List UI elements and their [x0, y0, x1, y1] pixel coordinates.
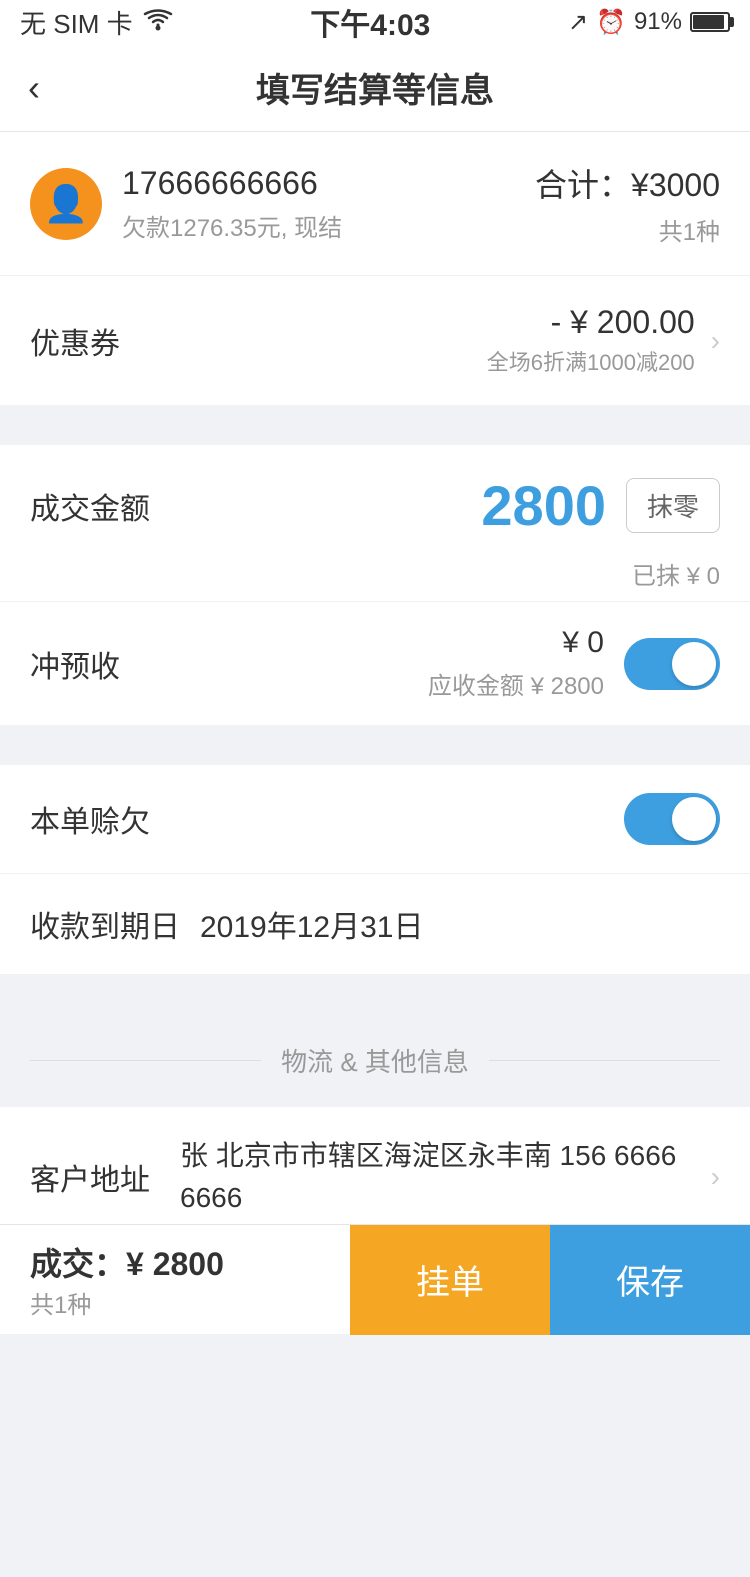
prepay-label: 冲预收 — [30, 642, 120, 686]
debt-row: 本单赊欠 — [0, 765, 750, 873]
transaction-row: 成交金额 2800 抹零 — [0, 445, 750, 566]
page-title: 填写结算等信息 — [256, 63, 494, 112]
coupon-right: - ¥ 200.00 全场6折满1000减200 › — [487, 304, 720, 377]
status-left: 无 SIM 卡 — [20, 4, 173, 41]
debt-label: 本单赊欠 — [30, 797, 150, 841]
battery-percent: 91% — [634, 8, 682, 36]
alarm-icon: ⏰ — [596, 8, 626, 37]
toggle-knob — [672, 642, 716, 686]
nav-bar: ‹ 填写结算等信息 — [0, 44, 750, 132]
debt-toggle[interactable] — [624, 793, 720, 845]
coupon-chevron-icon: › — [711, 325, 720, 357]
wifi-icon — [143, 7, 173, 38]
transaction-section: 成交金额 2800 抹零 已抹 ¥ 0 冲预收 ¥ 0 应收金额 ¥ 2800 — [0, 445, 750, 725]
coupon-row[interactable]: 优惠券 - ¥ 200.00 全场6折满1000减200 › — [0, 275, 750, 405]
customer-row: 👤 17666666666 欠款1276.35元, 现结 合计：¥3000 共1… — [0, 132, 750, 275]
prepay-row: 冲预收 ¥ 0 应收金额 ¥ 2800 — [0, 601, 750, 725]
round-button[interactable]: 抹零 — [626, 478, 720, 533]
total-count: 共1种 — [535, 212, 720, 247]
divider-line-left — [30, 1060, 261, 1061]
avatar-icon: 👤 — [44, 183, 89, 225]
prepay-right: ¥ 0 应收金额 ¥ 2800 — [428, 626, 720, 701]
battery-icon — [690, 12, 730, 32]
customer-section: 👤 17666666666 欠款1276.35元, 现结 合计：¥3000 共1… — [0, 132, 750, 405]
address-label: 客户地址 — [30, 1155, 150, 1199]
carrier-text: 无 SIM 卡 — [20, 4, 133, 41]
gap-2 — [0, 745, 750, 765]
prepay-sub: 应收金额 ¥ 2800 — [428, 666, 604, 701]
customer-info: 17666666666 欠款1276.35元, 现结 — [122, 165, 535, 243]
location-icon: ↗ — [568, 8, 588, 37]
debt-toggle-knob — [672, 797, 716, 841]
divider-line-right — [489, 1060, 720, 1061]
coupon-label: 优惠券 — [30, 319, 120, 363]
bottom-summary: 成交：¥ 2800 共1种 — [0, 1239, 350, 1320]
bottom-transaction: 成交：¥ 2800 — [30, 1239, 320, 1285]
bottom-bar: 成交：¥ 2800 共1种 挂单 保存 — [0, 1224, 750, 1334]
prepay-toggle[interactable] — [624, 638, 720, 690]
due-date-row: 收款到期日 2019年12月31日 — [0, 873, 750, 974]
gap-3 — [0, 994, 750, 1014]
avatar: 👤 — [30, 168, 102, 240]
address-value: 张 北京市市辖区海淀区永丰南 156 6666 6666 — [180, 1135, 711, 1219]
bottom-count: 共1种 — [30, 1285, 320, 1320]
hang-button[interactable]: 挂单 — [350, 1225, 550, 1335]
status-time: 下午4:03 — [310, 0, 430, 44]
status-bar: 无 SIM 卡 下午4:03 ↗ ⏰ 91% — [0, 0, 750, 44]
logistics-divider: 物流 & 其他信息 — [0, 1014, 750, 1107]
bottom-padding — [0, 1467, 750, 1577]
debt-section: 本单赊欠 收款到期日 2019年12月31日 — [0, 765, 750, 974]
coupon-amount: - ¥ 200.00 — [487, 304, 695, 341]
status-right: ↗ ⏰ 91% — [568, 8, 730, 37]
total-amount: 合计：¥3000 — [535, 160, 720, 206]
customer-note: 欠款1276.35元, 现结 — [122, 208, 535, 243]
prepay-top: 冲预收 ¥ 0 应收金额 ¥ 2800 — [30, 626, 720, 701]
customer-phone: 17666666666 — [122, 165, 535, 202]
address-chevron-icon: › — [711, 1161, 720, 1193]
save-button[interactable]: 保存 — [550, 1225, 750, 1335]
total-info: 合计：¥3000 共1种 — [535, 160, 720, 247]
logistics-label: 物流 & 其他信息 — [281, 1042, 469, 1079]
due-date-label: 收款到期日 — [30, 902, 180, 946]
back-button[interactable]: ‹ — [28, 67, 40, 109]
gap-1 — [0, 425, 750, 445]
transaction-label: 成交金额 — [30, 484, 150, 528]
due-date-value: 2019年12月31日 — [200, 902, 423, 946]
transaction-right: 2800 抹零 — [481, 473, 720, 538]
transaction-sub: 已抹 ¥ 0 — [0, 556, 720, 591]
prepay-amount: ¥ 0 — [428, 626, 604, 660]
coupon-desc: 全场6折满1000减200 — [487, 345, 695, 377]
transaction-amount: 2800 — [481, 473, 606, 538]
